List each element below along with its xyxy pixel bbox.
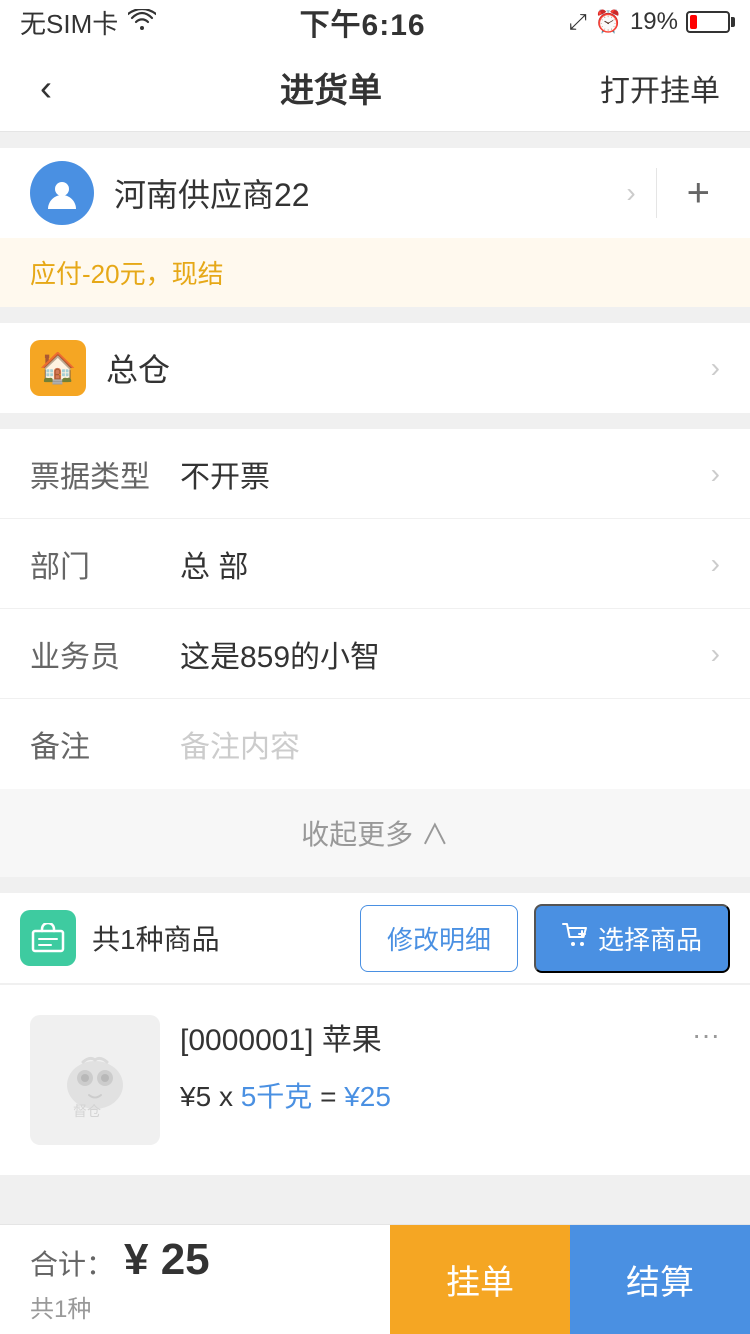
dept-row[interactable]: 部门 总 部 ›: [0, 519, 750, 609]
time-display: 下午6:16: [300, 0, 426, 44]
status-right: ⤢ ⏰ 19%: [569, 8, 730, 36]
nav-bar: ‹ 进货单 打开挂单: [0, 44, 750, 132]
supplier-section: 河南供应商22 › + 应付-20元，现结: [0, 148, 750, 307]
battery-percent: 19%: [630, 8, 678, 36]
equals-sign: =: [320, 1081, 344, 1112]
product-name: [0000001] 苹果: [180, 1015, 672, 1059]
carrier-text: 无SIM卡: [20, 4, 118, 41]
product-thumbnail: 督仓: [30, 1015, 160, 1145]
supplier-chevron-icon: ›: [626, 177, 635, 209]
status-left: 无SIM卡: [20, 4, 156, 41]
warehouse-chevron-icon: ›: [711, 352, 720, 384]
edit-detail-button[interactable]: 修改明细: [360, 905, 518, 972]
form-section: 票据类型 不开票 › 部门 总 部 › 业务员 这是859的小智 › 备注 备注…: [0, 429, 750, 789]
location-icon: ⤢: [569, 9, 587, 35]
invoice-label: 票据类型: [30, 452, 160, 496]
salesman-row[interactable]: 业务员 这是859的小智 ›: [0, 609, 750, 699]
svg-text:督仓: 督仓: [73, 1103, 101, 1119]
product-title: 苹果: [322, 1024, 382, 1057]
total-amount: ¥ 25: [124, 1235, 210, 1285]
product-code: [0000001]: [180, 1024, 313, 1057]
supplier-row[interactable]: 河南供应商22 › +: [0, 148, 750, 238]
product-item: 督仓 [0000001] 苹果 ¥5 x 5千克 = ¥25 ···: [0, 985, 750, 1175]
invoice-value: 不开票: [180, 452, 711, 496]
product-header: 共1种商品 修改明细 选择商品: [0, 893, 750, 983]
add-supplier-button[interactable]: +: [677, 161, 720, 226]
status-bar: 无SIM卡 下午6:16 ⤢ ⏰ 19%: [0, 0, 750, 44]
select-product-label: 选择商品: [598, 920, 702, 957]
hold-order-button[interactable]: 挂单: [390, 1225, 570, 1334]
warehouse-row[interactable]: 🏠 总仓 ›: [0, 323, 750, 413]
open-pending-button[interactable]: 打开挂单: [600, 66, 720, 110]
total-label: 合计：: [30, 1243, 114, 1283]
alarm-icon: ⏰: [595, 9, 622, 35]
warehouse-icon: 🏠: [30, 340, 86, 396]
supplier-avatar: [30, 161, 94, 225]
line-total: ¥25: [344, 1081, 391, 1112]
salesman-value: 这是859的小智: [180, 632, 711, 676]
checkout-button[interactable]: 结算: [570, 1225, 750, 1334]
notice-bar: 应付-20元，现结: [0, 238, 750, 307]
dept-value: 总 部: [180, 542, 711, 586]
unit-price: ¥5: [180, 1081, 211, 1112]
bottom-total: 合计： ¥ 25 共1种: [0, 1225, 390, 1334]
bottom-bar: 合计： ¥ 25 共1种 挂单 结算: [0, 1224, 750, 1334]
total-row: 合计： ¥ 25: [30, 1235, 360, 1285]
dept-chevron-icon: ›: [711, 548, 720, 580]
invoice-row[interactable]: 票据类型 不开票 ›: [0, 429, 750, 519]
supplier-name: 河南供应商22: [114, 170, 626, 216]
product-more-button[interactable]: ···: [692, 1015, 720, 1145]
remark-label: 备注: [30, 722, 160, 766]
vertical-divider: [656, 168, 657, 218]
battery-icon: [686, 11, 730, 33]
wifi-icon: [128, 7, 156, 38]
invoice-chevron-icon: ›: [711, 458, 720, 490]
battery-fill: [690, 15, 697, 29]
warehouse-name: 总仓: [106, 345, 711, 391]
product-count-text: 共1种商品: [92, 918, 344, 958]
cart-icon: [562, 923, 590, 954]
back-button[interactable]: ‹: [30, 57, 62, 119]
product-price: ¥5 x 5千克 = ¥25: [180, 1075, 672, 1115]
multiply-sign: x: [219, 1081, 241, 1112]
product-info: [0000001] 苹果 ¥5 x 5千克 = ¥25: [180, 1015, 672, 1145]
collapse-button[interactable]: 收起更多 ∧: [0, 789, 750, 877]
salesman-label: 业务员: [30, 632, 160, 676]
select-product-button[interactable]: 选择商品: [534, 904, 730, 973]
quantity: 5千克: [241, 1081, 313, 1112]
page-title: 进货单: [280, 63, 382, 112]
dept-label: 部门: [30, 542, 160, 586]
total-count: 共1种: [30, 1289, 360, 1324]
salesman-chevron-icon: ›: [711, 638, 720, 670]
product-count-icon: [20, 910, 76, 966]
remark-row[interactable]: 备注 备注内容: [0, 699, 750, 789]
remark-input[interactable]: 备注内容: [180, 722, 720, 766]
